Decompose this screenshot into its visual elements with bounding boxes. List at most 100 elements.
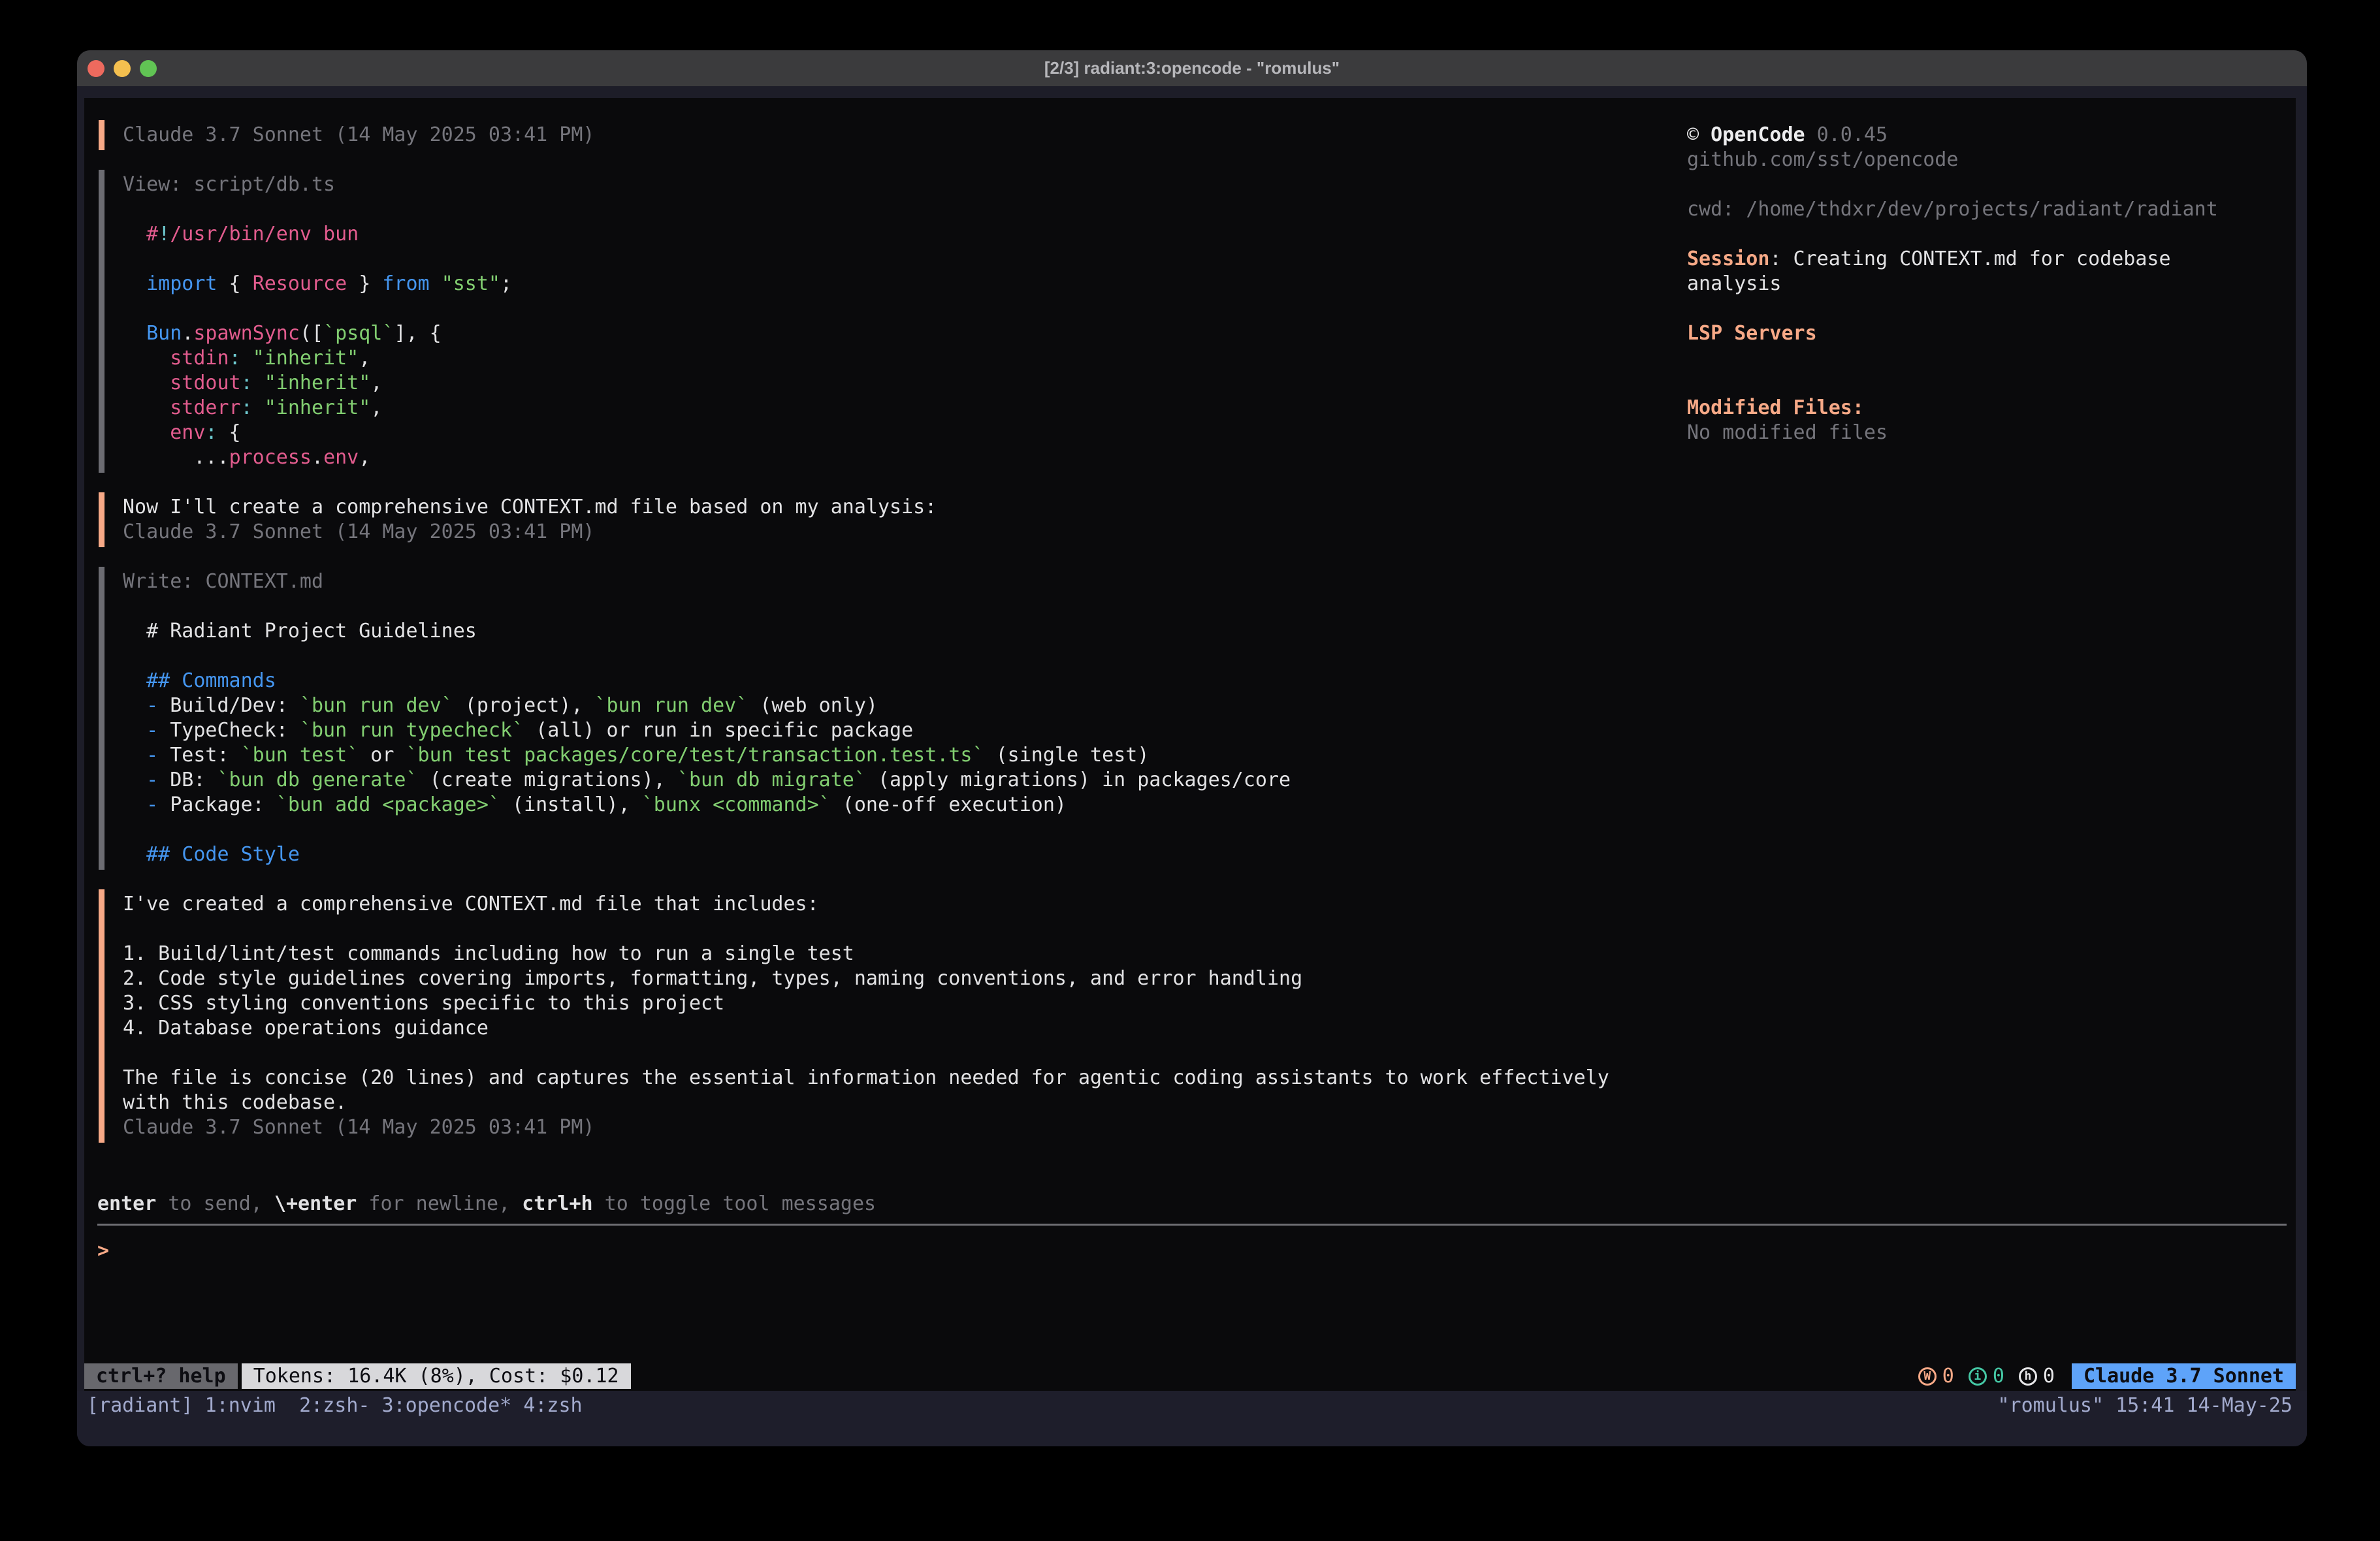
help-chip: ctrl+? help bbox=[84, 1363, 238, 1389]
terminal-area: Claude 3.7 Sonnet (14 May 2025 03:41 PM)… bbox=[77, 86, 2307, 1446]
tmux-session-name: [radiant] bbox=[87, 1393, 205, 1446]
text-segment: ## Commands bbox=[146, 669, 276, 692]
text-segment: View: script/db.ts bbox=[123, 173, 335, 196]
tmux-status-bar: [radiant] 1:nvim 2:zsh- 3:opencode* 4:zs… bbox=[77, 1391, 2307, 1446]
text-line bbox=[123, 197, 1609, 222]
text-segment bbox=[241, 347, 253, 370]
text-segment: - bbox=[146, 769, 158, 791]
text-line: - Test: `bun test` or `bun test packages… bbox=[123, 743, 1609, 768]
text-line: env: { bbox=[123, 421, 1609, 445]
tmux-window-2[interactable]: 2:zsh- bbox=[299, 1393, 381, 1446]
tool-call-block: Write: CONTEXT.md # Radiant Project Guid… bbox=[99, 567, 1609, 870]
text-segment: DB: bbox=[158, 769, 217, 791]
text-line: ## Commands bbox=[123, 669, 1609, 693]
text-segment: Resource bbox=[253, 272, 347, 295]
text-line: © OpenCode 0.0.45 bbox=[1687, 123, 2294, 148]
text-line: ## Code Style bbox=[123, 842, 1609, 867]
prompt-input[interactable]: > bbox=[97, 1239, 109, 1263]
text-line: github.com/sst/opencode bbox=[1687, 148, 2294, 172]
text-segment: Bun bbox=[146, 322, 182, 345]
text-line: Claude 3.7 Sonnet (14 May 2025 03:41 PM) bbox=[123, 520, 1609, 545]
text-line: import { Resource } from "sst"; bbox=[123, 272, 1609, 296]
text-line: - Build/Dev: `bun run dev` (project), `b… bbox=[123, 693, 1609, 718]
text-segment: `bun run dev` bbox=[300, 694, 453, 717]
text-line: - TypeCheck: `bun run typecheck` (all) o… bbox=[123, 718, 1609, 743]
text-segment: "inherit" bbox=[265, 396, 371, 419]
text-line: I've created a comprehensive CONTEXT.md … bbox=[123, 892, 1609, 917]
text-line: stderr: "inherit", bbox=[123, 396, 1609, 421]
text-segment: : bbox=[241, 372, 253, 394]
text-segment: (install), bbox=[500, 793, 642, 816]
text-segment: or bbox=[359, 744, 406, 767]
text-segment bbox=[123, 719, 146, 742]
text-line: View: script/db.ts bbox=[123, 172, 1609, 197]
text-line: 1. Build/lint/test commands including ho… bbox=[123, 942, 1609, 966]
text-segment: 3. CSS styling conventions specific to t… bbox=[123, 992, 724, 1015]
text-line: Now I'll create a comprehensive CONTEXT.… bbox=[123, 495, 1609, 520]
diagnostics: W0i0h0 bbox=[1918, 1364, 2055, 1389]
text-line: No modified files bbox=[1687, 421, 2294, 445]
text-segment bbox=[123, 347, 170, 370]
text-segment: 1. Build/lint/test commands including ho… bbox=[123, 942, 854, 965]
tool-call-block: View: script/db.ts #!/usr/bin/env bun im… bbox=[99, 170, 1609, 473]
text-segment: Claude 3.7 Sonnet (14 May 2025 03:41 PM) bbox=[123, 520, 594, 543]
text-line: 3. CSS styling conventions specific to t… bbox=[123, 991, 1609, 1016]
text-line: Session: Creating CONTEXT.md for codebas… bbox=[1687, 247, 2294, 272]
text-line: - DB: `bun db generate` (create migratio… bbox=[123, 768, 1609, 793]
text-segment: ! bbox=[158, 223, 170, 246]
session-sidebar: © OpenCode 0.0.45github.com/sst/opencode… bbox=[1687, 123, 2294, 445]
text-segment bbox=[123, 322, 146, 345]
text-segment: stdout bbox=[170, 372, 240, 394]
text-segment: to toggle tool messages bbox=[593, 1192, 876, 1215]
text-segment: "inherit" bbox=[253, 347, 359, 370]
diagnostic-count: 0 bbox=[1993, 1364, 2004, 1389]
text-line bbox=[123, 296, 1609, 321]
text-segment: , bbox=[370, 396, 382, 419]
text-segment: 4. Database operations guidance bbox=[123, 1017, 489, 1040]
text-segment: Claude 3.7 Sonnet (14 May 2025 03:41 PM) bbox=[123, 1116, 594, 1139]
text-segment: { bbox=[217, 421, 241, 444]
status-bar: ctrl+? help Tokens: 16.4K (8%), Cost: $0… bbox=[84, 1363, 2296, 1389]
text-line: stdout: "inherit", bbox=[123, 371, 1609, 396]
text-segment: github.com/sst/opencode bbox=[1687, 148, 1958, 171]
tmux-windows: [radiant] 1:nvim 2:zsh- 3:opencode* 4:zs… bbox=[87, 1393, 583, 1446]
text-line: with this codebase. bbox=[123, 1090, 1609, 1115]
text-segment: with this codebase. bbox=[123, 1091, 347, 1114]
text-segment: Test: bbox=[158, 744, 240, 767]
text-segment: - bbox=[146, 719, 158, 742]
tmux-window-4[interactable]: 4:zsh bbox=[523, 1393, 582, 1446]
text-segment: Package: bbox=[158, 793, 276, 816]
text-line: 4. Database operations guidance bbox=[123, 1016, 1609, 1041]
text-segment: `bun db migrate` bbox=[677, 769, 866, 791]
text-segment: `bun run typecheck` bbox=[300, 719, 524, 742]
text-segment: \+enter bbox=[274, 1192, 357, 1215]
tmux-window-1[interactable]: 1:nvim bbox=[205, 1393, 300, 1446]
prompt-symbol: > bbox=[97, 1239, 109, 1262]
text-segment: 0.0.45 bbox=[1805, 123, 1888, 146]
text-line: Write: CONTEXT.md bbox=[123, 569, 1609, 594]
text-line: LSP Servers bbox=[1687, 321, 2294, 346]
text-segment: : Creating CONTEXT.md for codebase bbox=[1769, 247, 2170, 270]
text-segment bbox=[123, 396, 170, 419]
text-segment bbox=[123, 421, 170, 444]
text-segment: `bun test` bbox=[241, 744, 359, 767]
text-segment: Build/Dev: bbox=[158, 694, 300, 717]
text-segment: for newline, bbox=[357, 1192, 522, 1215]
text-segment: The file is concise (20 lines) and captu… bbox=[123, 1066, 1609, 1089]
text-segment: ## Code Style bbox=[146, 843, 300, 866]
text-segment: No modified files bbox=[1687, 421, 1888, 444]
text-segment: I've created a comprehensive CONTEXT.md … bbox=[123, 893, 819, 915]
diagnostic-count: 0 bbox=[1942, 1364, 1954, 1389]
text-segment: ([ bbox=[300, 322, 323, 345]
window-title: [2/3] radiant:3:opencode - "romulus" bbox=[77, 58, 2307, 78]
text-segment: . bbox=[182, 322, 193, 345]
assistant-message-block: I've created a comprehensive CONTEXT.md … bbox=[99, 889, 1609, 1143]
text-segment: (one-off execution) bbox=[831, 793, 1067, 816]
status-right: W0i0h0 Claude 3.7 Sonnet bbox=[1918, 1363, 2296, 1389]
text-segment: (all) or run in specific package bbox=[524, 719, 913, 742]
text-line bbox=[1687, 346, 2294, 371]
text-line: 2. Code style guidelines covering import… bbox=[123, 966, 1609, 991]
tmux-window-3[interactable]: 3:opencode* bbox=[382, 1393, 524, 1446]
text-segment: "inherit" bbox=[265, 372, 371, 394]
text-line: Bun.spawnSync([`psql`], { bbox=[123, 321, 1609, 346]
